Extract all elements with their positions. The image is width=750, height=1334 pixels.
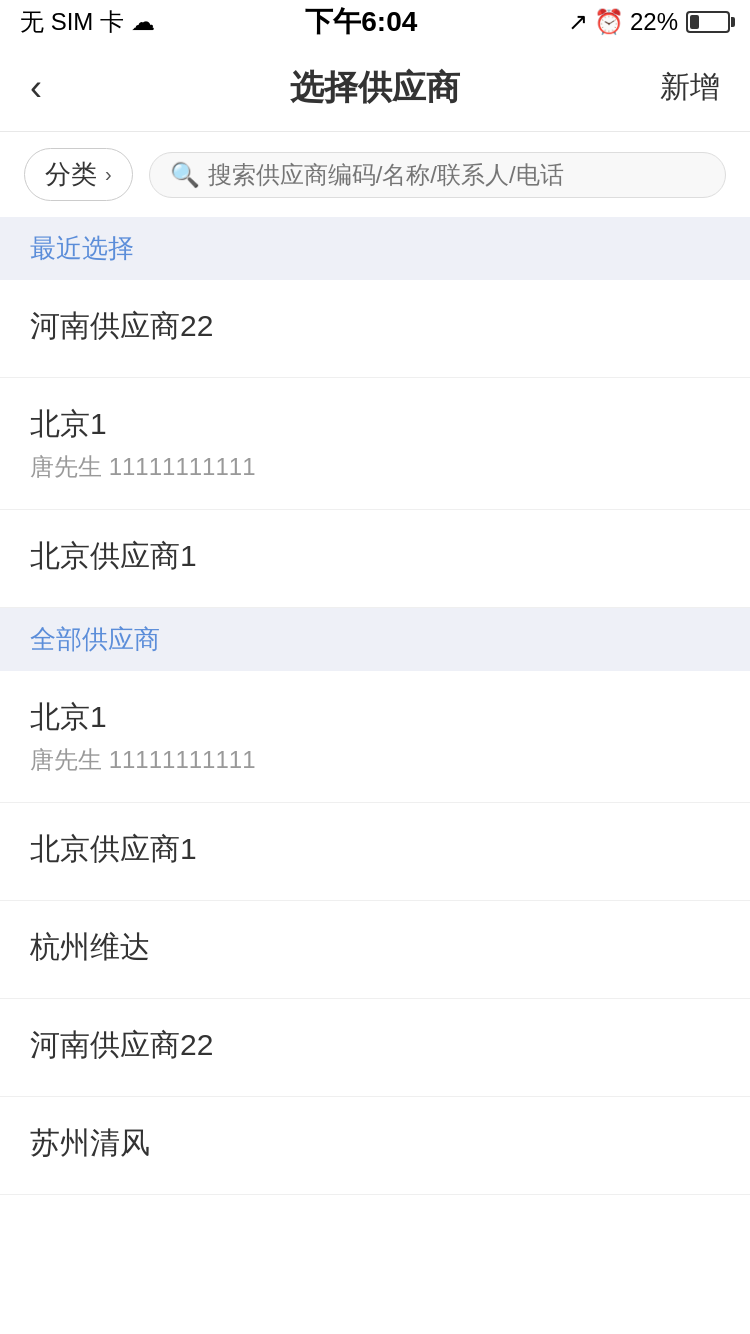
list-item[interactable]: 北京1 唐先生 11111111111 [0,671,750,803]
list-item[interactable]: 北京1 唐先生 11111111111 [0,378,750,510]
nav-bar: ‹ 选择供应商 新增 [0,44,750,132]
supplier-sub: 唐先生 11111111111 [30,451,720,483]
section-header-recent: 最近选择 [0,217,750,280]
sections-container: 最近选择河南供应商22 北京1 唐先生 11111111111 北京供应商1 全部供应商… [0,217,750,1195]
category-label: 分类 [45,157,97,192]
section-header-text-all: 全部供应商 [30,624,160,654]
list-item[interactable]: 北京供应商1 [0,803,750,901]
supplier-name: 河南供应商22 [30,306,720,347]
list-item[interactable]: 苏州清风 [0,1097,750,1195]
sim-label: 无 SIM 卡 ☁ [20,6,155,38]
supplier-sub: 唐先生 11111111111 [30,744,720,776]
list-item[interactable]: 北京供应商1 [0,510,750,608]
search-input[interactable] [208,161,705,189]
supplier-name: 北京供应商1 [30,829,720,870]
alarm-icon: ⏰ [594,8,624,36]
location-icon: ↗ [568,8,588,36]
search-box[interactable]: 🔍 [149,152,726,198]
status-left: 无 SIM 卡 ☁ [20,6,155,38]
list-item[interactable]: 杭州维达 [0,901,750,999]
category-filter[interactable]: 分类 › [24,148,133,201]
supplier-name: 北京1 [30,404,720,445]
status-time: 下午6:04 [305,3,417,41]
supplier-name: 杭州维达 [30,927,720,968]
section-header-text-recent: 最近选择 [30,233,134,263]
chevron-right-icon: › [105,163,112,186]
battery-icon [686,11,730,33]
page-title: 选择供应商 [290,65,460,111]
list-item[interactable]: 河南供应商22 [0,280,750,378]
supplier-name: 北京1 [30,697,720,738]
section-header-all: 全部供应商 [0,608,750,671]
supplier-name: 北京供应商1 [30,536,720,577]
back-button[interactable]: ‹ [30,67,90,109]
list-item[interactable]: 河南供应商22 [0,999,750,1097]
supplier-name: 河南供应商22 [30,1025,720,1066]
filter-bar: 分类 › 🔍 [0,132,750,217]
add-button[interactable]: 新增 [660,67,720,108]
search-icon: 🔍 [170,161,200,189]
supplier-name: 苏州清风 [30,1123,720,1164]
status-right: ↗ ⏰ 22% [568,8,730,36]
battery-percent: 22% [630,8,678,36]
status-bar: 无 SIM 卡 ☁ 下午6:04 ↗ ⏰ 22% [0,0,750,44]
